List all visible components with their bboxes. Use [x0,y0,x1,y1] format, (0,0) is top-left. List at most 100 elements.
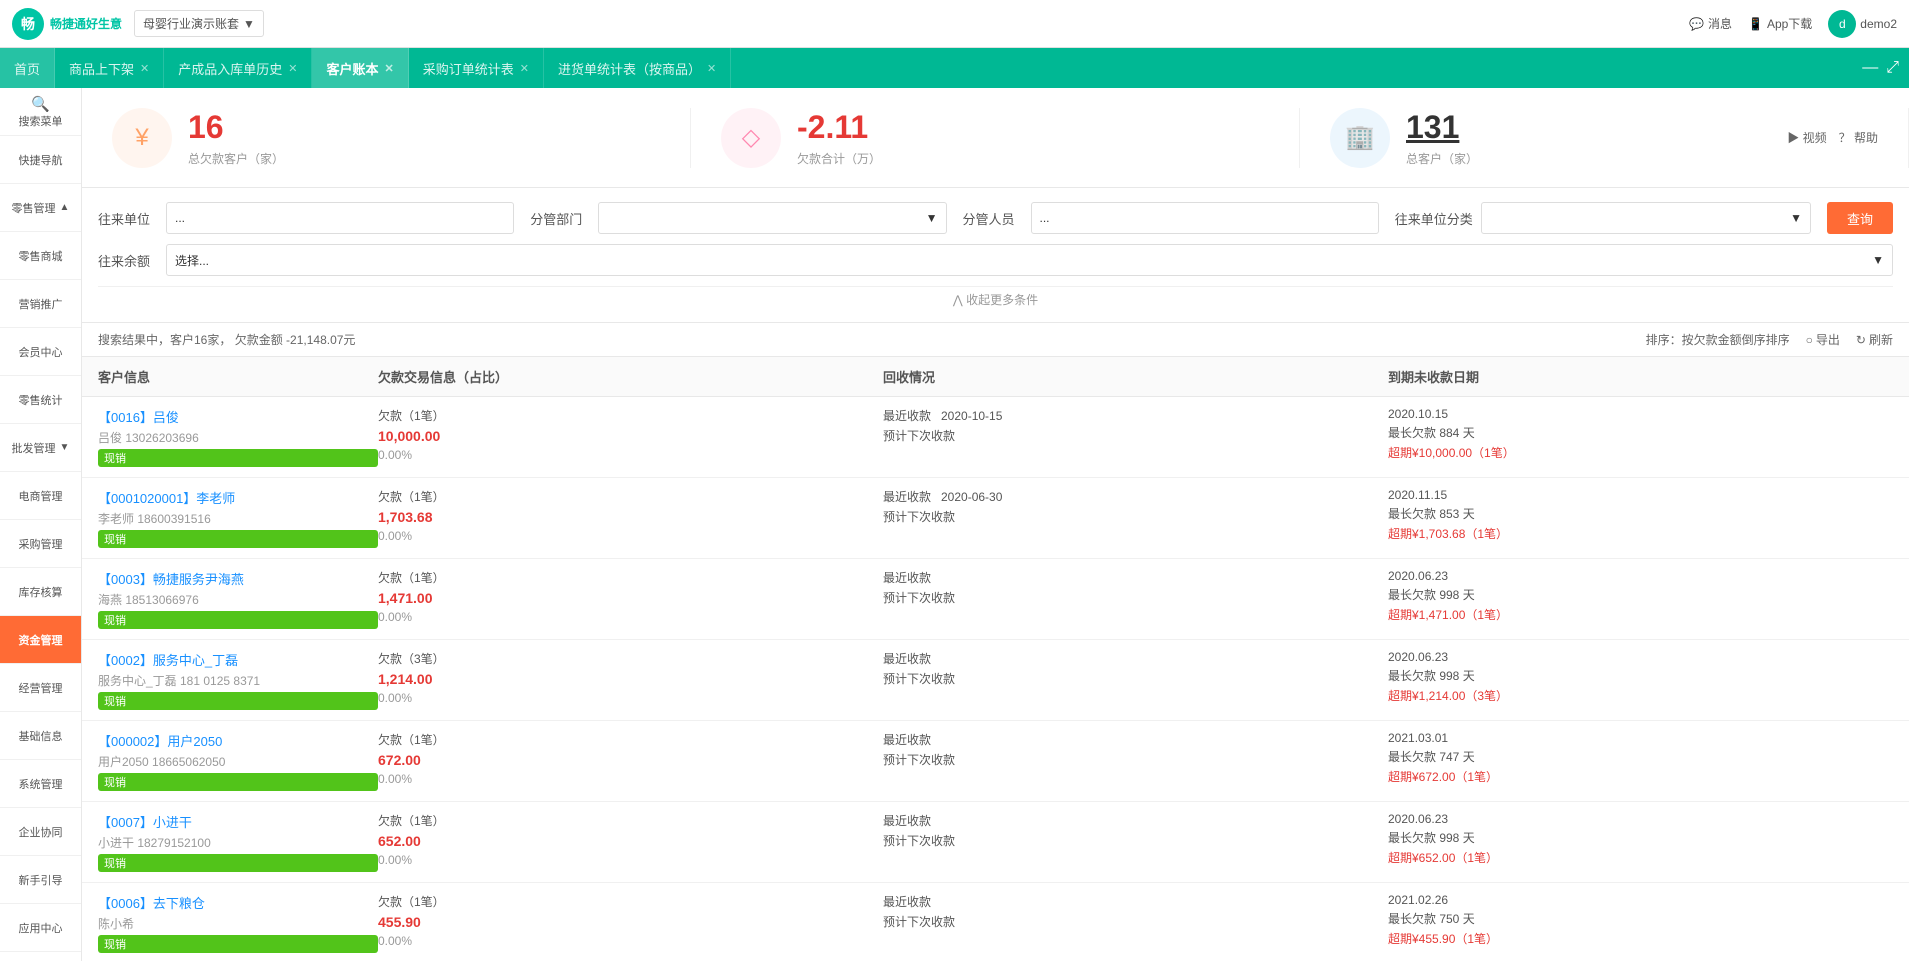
last-collection-label: 最近收款 [883,731,1388,748]
tab-maximize-icon[interactable]: ⤢ [1886,59,1899,77]
message-button[interactable]: 💬 消息 [1689,15,1732,32]
sidebar-item-search[interactable]: 🔍 搜索菜单 [0,88,81,136]
debt-amount[interactable]: 10,000.00 [378,428,883,444]
from-unit-input[interactable]: ... [166,202,514,234]
customer-name[interactable]: 【0003】畅捷服务尹海燕 [98,569,378,588]
balance-select[interactable]: 选择... ▼ [166,244,1893,276]
refresh-button[interactable]: ↻ 刷新 [1856,331,1893,348]
export-icon: ○ [1806,333,1813,347]
tab-inbound-stats[interactable]: 进货单统计表（按商品） ✕ [544,48,731,88]
close-icon[interactable]: ✕ [288,62,297,75]
overdue-amount[interactable]: 超期¥1,471.00（1笔） [1388,606,1893,623]
last-collection-label: 最近收款 2020-06-30 [883,488,1388,505]
query-button[interactable]: 查询 [1827,202,1893,234]
customer-name[interactable]: 【0001020001】李老师 [98,488,378,507]
debt-amount[interactable]: 1,214.00 [378,671,883,687]
chevron-down-icon: ▼ [1790,211,1802,225]
export-button[interactable]: ○ 导出 [1806,331,1840,348]
manager-input[interactable]: ... [1031,202,1379,234]
customer-name[interactable]: 【0006】去下粮仓 [98,893,378,912]
close-icon[interactable]: ✕ [520,62,529,75]
store-selector[interactable]: 母婴行业演示账套 ▼ [134,10,264,37]
overdue-amount[interactable]: 超期¥652.00（1笔） [1388,849,1893,866]
video-button[interactable]: ▶ 视频 [1787,129,1826,146]
customer-phone: 小进干 18279152100 [98,834,378,851]
overdue-amount[interactable]: 超期¥1,214.00（3笔） [1388,687,1893,704]
sidebar-item-system[interactable]: 系统管理 [0,760,81,808]
stat-card-total: 🏢 131 总客户（家） ▶ 视频 ？ 帮助 [1300,108,1909,168]
logo-text: 畅捷通好生意 [50,15,122,32]
sort-label[interactable]: 排序：按欠款金额倒序排序 [1646,331,1790,348]
tab-minimize-icon[interactable]: — [1862,59,1878,77]
sidebar-item-app-center[interactable]: 应用中心 [0,904,81,952]
debt-amount[interactable]: 455.90 [378,914,883,930]
tab-purchase-order[interactable]: 采购订单统计表 ✕ [409,48,544,88]
collection-info: 最近收款 2020-06-30 预计下次收款 [883,488,1388,525]
sidebar-item-finance[interactable]: 资金管理 [0,616,81,664]
debt-amount[interactable]: 672.00 [378,752,883,768]
user-menu[interactable]: d demo2 [1828,10,1897,38]
overdue-amount[interactable]: 超期¥455.90（1笔） [1388,930,1893,947]
sidebar-item-enterprise[interactable]: 企业协同 [0,808,81,856]
debt-amount[interactable]: 1,471.00 [378,590,883,606]
customer-name[interactable]: 【0007】小进干 [98,812,378,831]
last-collection-label: 最近收款 [883,812,1388,829]
debt-info: 欠款（3笔） 1,214.00 0.00% [378,650,883,705]
sidebar-item-inventory[interactable]: 库存核算 [0,568,81,616]
last-collection-label: 最近收款 [883,650,1388,667]
balance-label: 往来余额 [98,251,158,270]
sidebar-item-newbie[interactable]: 新手引导 [0,856,81,904]
filter-area: 往来单位 ... 分管部门 ▼ 分管人员 ... [82,188,1909,323]
tab-customer-account[interactable]: 客户账本 ✕ [312,48,408,88]
customer-tag: 现销 [98,854,378,872]
unit-category-select[interactable]: ▼ [1481,202,1811,234]
close-icon[interactable]: ✕ [385,62,394,75]
customer-phone: 服务中心_丁磊 181 0125 8371 [98,672,378,689]
sidebar-item-purchase[interactable]: 采购管理 [0,520,81,568]
collection-info: 最近收款 预计下次收款 [883,569,1388,606]
overdue-amount[interactable]: 超期¥672.00（1笔） [1388,768,1893,785]
overdue-amount[interactable]: 超期¥1,703.68（1笔） [1388,525,1893,542]
customer-name[interactable]: 【0002】服务中心_丁磊 [98,650,378,669]
customer-phone: 海燕 18513066976 [98,591,378,608]
sidebar-item-retail-stats[interactable]: 零售统计 [0,376,81,424]
sidebar-item-quicknav[interactable]: 快捷导航 [0,136,81,184]
sidebar-item-wholesale-mgmt[interactable]: 批发管理 ▼ [0,424,81,472]
app-download-button[interactable]: 📱 App下载 [1748,15,1812,32]
division-select[interactable]: ▼ [598,202,946,234]
overdue-date: 2020.10.15 [1388,407,1893,421]
sidebar-item-operations[interactable]: 经营管理 [0,664,81,712]
sidebar-item-marketing[interactable]: 营销推广 [0,280,81,328]
stat-card-debt: ◇ -2.11 欠款合计（万） [691,108,1300,168]
sidebar-item-member[interactable]: 会员中心 [0,328,81,376]
sidebar-item-corp-wechat[interactable]: 企业微信 [0,952,81,961]
debt-count: 欠款（1笔） [378,569,883,586]
tab-product-offline[interactable]: 商品上下架 ✕ [55,48,164,88]
customer-tag: 现销 [98,692,378,710]
overdue-days: 最长欠款 998 天 [1388,667,1893,684]
filter-balance: 往来余额 选择... ▼ [98,244,1893,276]
debt-amount[interactable]: 1,703.68 [378,509,883,525]
sidebar-item-retail-mgmt[interactable]: 零售管理 ▲ [0,184,81,232]
overdue-amount[interactable]: 超期¥10,000.00（1笔） [1388,444,1893,461]
avatar: d [1828,10,1856,38]
tab-production-history[interactable]: 产成品入库单历史 ✕ [164,48,312,88]
from-unit-label: 往来单位 [98,209,158,228]
chevron-down-icon: ▼ [1872,253,1884,267]
stat-card-customers: ¥ 16 总欠款客户（家） [82,108,691,168]
help-button[interactable]: ？ 帮助 [1839,129,1878,146]
sidebar-item-basic-info[interactable]: 基础信息 [0,712,81,760]
stat-card-actions: ▶ 视频 ？ 帮助 [1787,129,1878,146]
collapse-bar[interactable]: ⋀ 收起更多条件 [98,286,1893,312]
customer-name[interactable]: 【0016】吕俊 [98,407,378,426]
customer-name[interactable]: 【000002】用户2050 [98,731,378,750]
sidebar-item-retail-mall[interactable]: 零售商城 [0,232,81,280]
debt-amount[interactable]: 652.00 [378,833,883,849]
chevron-down-icon: ▼ [243,17,255,31]
close-icon[interactable]: ✕ [140,62,149,75]
customer-tag: 现销 [98,530,378,548]
close-icon[interactable]: ✕ [707,62,716,75]
tab-home[interactable]: 首页 [0,48,55,88]
sidebar-item-ecommerce[interactable]: 电商管理 [0,472,81,520]
debt-count: 欠款（1笔） [378,893,883,910]
